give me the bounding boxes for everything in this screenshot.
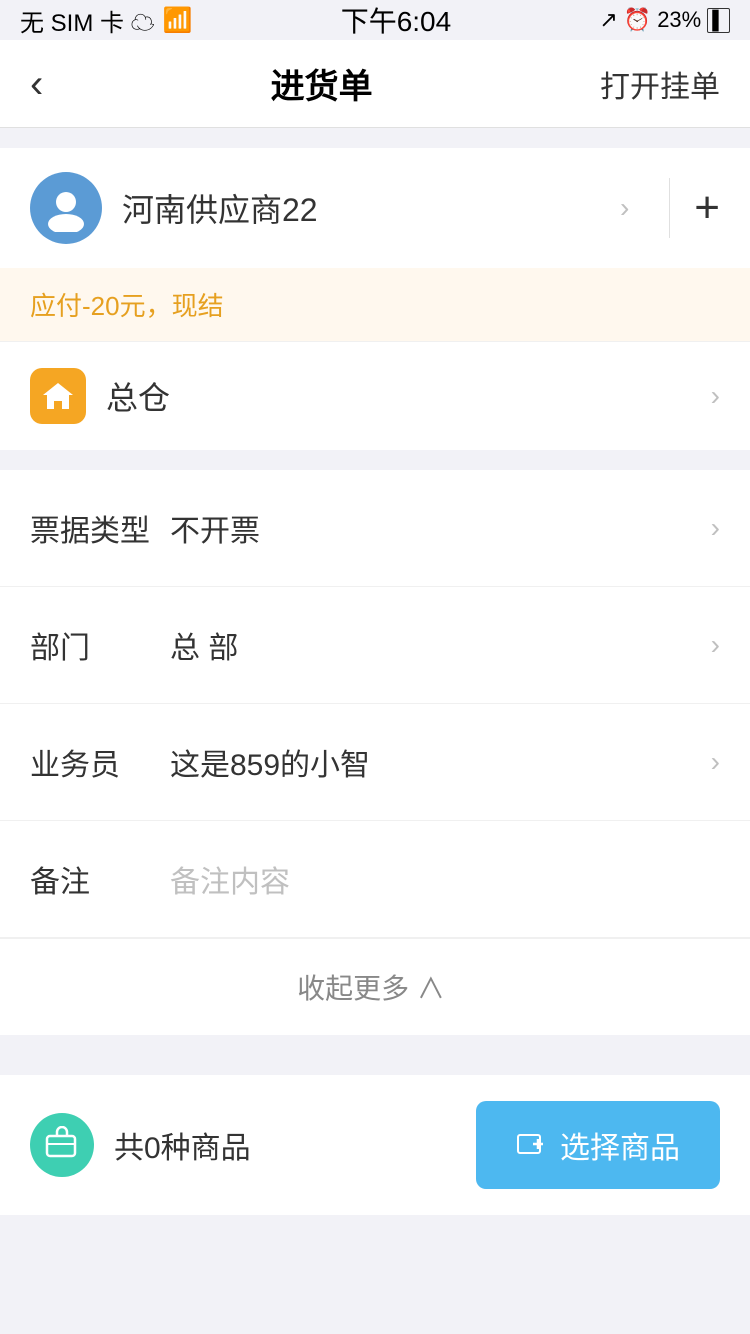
bottom-bar: 共0种商品 选择商品 (0, 1075, 750, 1215)
salesperson-chevron-icon: › (711, 746, 720, 778)
select-product-label: 选择商品 (560, 1123, 680, 1167)
open-pending-button[interactable]: 打开挂单 (600, 62, 720, 106)
location-icon: ↗ (599, 7, 617, 33)
separator-1 (0, 128, 750, 148)
form-section: 票据类型 不开票 › 部门 总 部 › 业务员 这是859的小智 › 备注 备注… (0, 470, 750, 1035)
supplier-chevron-icon: › (620, 192, 629, 224)
supplier-section: 河南供应商22 › + 应付-20元，现结 总仓 › (0, 148, 750, 450)
collapse-row[interactable]: 收起更多 ∧ (0, 938, 750, 1035)
select-product-button[interactable]: 选择商品 (476, 1101, 720, 1189)
notice-bar: 应付-20元，现结 (0, 268, 750, 341)
collapse-label: 收起更多 ∧ (297, 967, 445, 1007)
status-right: ↗ ⏰ 23% ▌ (599, 7, 730, 33)
wifi-icon: 📶 (163, 6, 193, 35)
invoice-type-row[interactable]: 票据类型 不开票 › (0, 470, 750, 587)
supplier-avatar (30, 172, 102, 244)
supplier-row[interactable]: 河南供应商22 › + (0, 148, 750, 268)
cart-icon (30, 1113, 94, 1177)
invoice-type-value: 不开票 (170, 506, 711, 550)
warehouse-name: 总仓 (106, 373, 711, 419)
warehouse-icon (30, 368, 86, 424)
salesperson-value: 这是859的小智 (170, 740, 711, 784)
divider (669, 178, 670, 238)
department-chevron-icon: › (711, 629, 720, 661)
status-bar: 无 SIM 卡 ☁ 📶 下午6:04 ↗ ⏰ 23% ▌ (0, 0, 750, 40)
department-value: 总 部 (170, 623, 711, 667)
supplier-name: 河南供应商22 (122, 185, 620, 231)
back-button[interactable]: ‹ (30, 64, 43, 104)
nav-bar: ‹ 进货单 打开挂单 (0, 40, 750, 128)
remark-row[interactable]: 备注 备注内容 (0, 821, 750, 938)
department-row[interactable]: 部门 总 部 › (0, 587, 750, 704)
alarm-icon: ⏰ (624, 7, 651, 33)
separator-2 (0, 1035, 750, 1055)
battery-label: 23% (657, 7, 701, 33)
invoice-type-chevron-icon: › (711, 512, 720, 544)
remark-label: 备注 (30, 857, 170, 901)
salesperson-row[interactable]: 业务员 这是859的小智 › (0, 704, 750, 821)
sim-label: 无 SIM 卡 ☁ (20, 3, 155, 38)
department-label: 部门 (30, 623, 170, 667)
status-left: 无 SIM 卡 ☁ 📶 (20, 3, 193, 38)
warehouse-chevron-icon: › (711, 380, 720, 412)
add-supplier-button[interactable]: + (694, 186, 720, 230)
battery-icon: ▌ (707, 8, 730, 33)
invoice-type-label: 票据类型 (30, 506, 170, 550)
remark-value[interactable]: 备注内容 (170, 857, 720, 901)
status-time: 下午6:04 (341, 0, 452, 40)
salesperson-label: 业务员 (30, 740, 170, 784)
page-title: 进货单 (271, 59, 373, 108)
warehouse-row[interactable]: 总仓 › (0, 341, 750, 450)
product-count-label: 共0种商品 (114, 1123, 456, 1167)
